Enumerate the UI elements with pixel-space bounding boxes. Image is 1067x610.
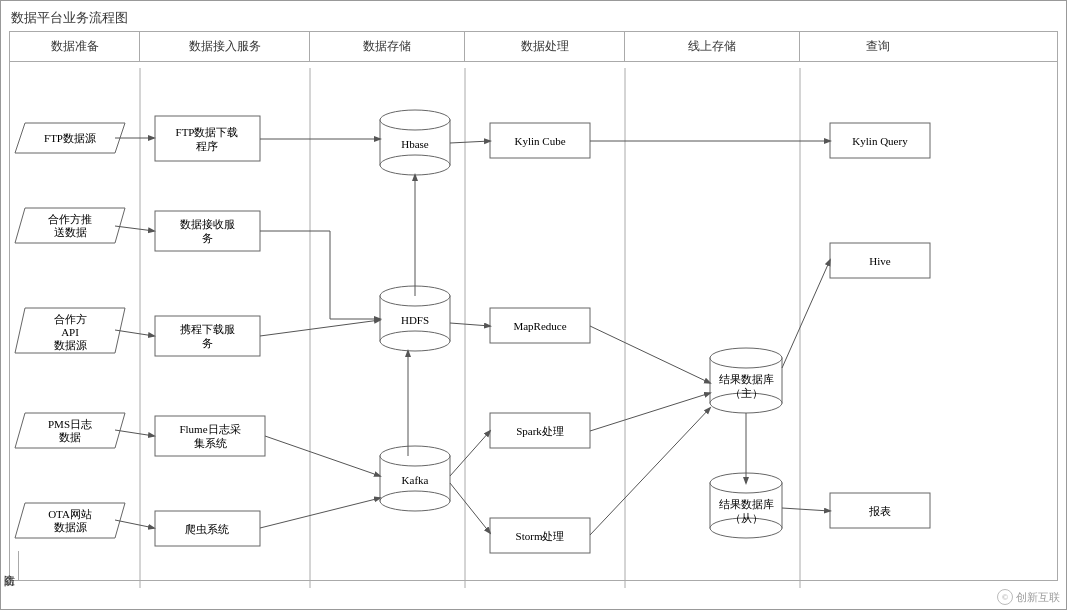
svg-line-86 [590, 326, 710, 383]
data-receive-node: 数据接收服 务 [155, 211, 260, 251]
watermark: © 创新互联 [997, 589, 1060, 605]
hbase-node: Hbase [380, 110, 450, 175]
side-label: 防盗 [1, 551, 19, 581]
svg-rect-20 [155, 116, 260, 161]
svg-text:结果数据库: 结果数据库 [719, 498, 774, 510]
crawler-node: 爬虫系统 [155, 511, 260, 546]
svg-text:数据: 数据 [59, 431, 81, 443]
svg-point-35 [380, 110, 450, 130]
svg-text:Hive: Hive [869, 255, 891, 267]
svg-text:FTP数据源: FTP数据源 [44, 132, 96, 144]
col-header-data-ingest: 数据接入服务 [140, 32, 310, 61]
col-header-data-prep: 数据准备 [10, 32, 140, 61]
page-title: 数据平台业务流程图 [11, 9, 128, 27]
col-header-data-storage: 数据存储 [310, 32, 465, 61]
svg-text:Spark处理: Spark处理 [516, 425, 564, 437]
watermark-icon: © [997, 589, 1013, 605]
svg-text:HDFS: HDFS [401, 314, 429, 326]
spark-node: Spark处理 [490, 413, 590, 448]
carry-download-node: 携程下载服 务 [155, 316, 260, 356]
svg-line-91 [782, 508, 830, 511]
svg-text:PMS日志: PMS日志 [48, 418, 92, 430]
svg-line-82 [450, 483, 490, 533]
svg-rect-26 [155, 316, 260, 356]
svg-text:Kylin Cube: Kylin Cube [514, 135, 565, 147]
svg-line-74 [115, 520, 154, 528]
partner-api-node: 合作方 API 数据源 [15, 308, 125, 353]
svg-text:（主）: （主） [730, 387, 763, 399]
svg-text:Kafka: Kafka [402, 474, 429, 486]
svg-point-40 [380, 331, 450, 351]
col-header-online-store: 线上存储 [625, 32, 800, 61]
svg-line-76 [260, 320, 380, 336]
svg-text:合作方: 合作方 [54, 313, 87, 325]
flume-node: Flume日志采 集系统 [155, 416, 265, 456]
svg-line-77 [265, 436, 380, 476]
svg-line-72 [115, 330, 154, 336]
svg-point-43 [380, 446, 450, 466]
svg-text:携程下载服: 携程下载服 [180, 323, 235, 335]
col-header-query: 查询 [800, 32, 955, 61]
svg-text:Kylin Query: Kylin Query [852, 135, 908, 147]
svg-point-36 [380, 155, 450, 175]
svg-text:结果数据库: 结果数据库 [719, 373, 774, 385]
svg-text:务: 务 [202, 232, 213, 244]
partner-send-node: 合作方推 送数据 [15, 208, 125, 243]
watermark-text: 创新互联 [1016, 590, 1060, 605]
report-node: 报表 [830, 493, 930, 528]
svg-line-90 [782, 260, 830, 368]
svg-text:报表: 报表 [868, 505, 891, 517]
svg-rect-23 [155, 211, 260, 251]
svg-text:爬虫系统: 爬虫系统 [185, 523, 229, 535]
column-headers: 数据准备 数据接入服务 数据存储 数据处理 线上存储 查询 [10, 32, 1057, 62]
col-header-data-process: 数据处理 [465, 32, 625, 61]
svg-text:合作方推: 合作方推 [48, 213, 92, 225]
svg-line-88 [590, 408, 710, 535]
svg-point-55 [710, 348, 782, 368]
mapreduce-node: MapReduce [490, 308, 590, 343]
diagram-area: 数据准备 数据接入服务 数据存储 数据处理 线上存储 查询 FTP数据源 [9, 31, 1058, 581]
svg-text:集系统: 集系统 [194, 437, 227, 449]
svg-line-78 [260, 498, 380, 528]
pms-log-node: PMS日志 数据 [15, 413, 125, 448]
svg-line-80 [450, 323, 490, 326]
diagram-svg: FTP数据源 合作方推 送数据 合作方 API 数据源 PMS日志 数据 [10, 68, 1057, 588]
svg-point-44 [380, 491, 450, 511]
kafka-node: Kafka [380, 446, 450, 511]
svg-rect-29 [155, 416, 265, 456]
svg-text:Flume日志采: Flume日志采 [179, 423, 240, 435]
page-container: 数据平台业务流程图 数据准备 数据接入服务 数据存储 数据处理 线上存储 查询 … [0, 0, 1067, 610]
svg-text:数据源: 数据源 [54, 339, 87, 351]
svg-text:OTA网站: OTA网站 [48, 508, 92, 520]
storm-node: Storm处理 [490, 518, 590, 553]
svg-line-87 [590, 393, 710, 431]
svg-text:API: API [61, 326, 79, 338]
svg-text:MapReduce: MapReduce [513, 320, 566, 332]
svg-text:数据接收服: 数据接收服 [180, 218, 235, 230]
svg-text:FTP数据下载: FTP数据下载 [176, 126, 239, 138]
kylin-query-node: Kylin Query [830, 123, 930, 158]
svg-text:数据源: 数据源 [54, 521, 87, 533]
ftp-source-node: FTP数据源 [15, 123, 125, 153]
ota-source-node: OTA网站 数据源 [15, 503, 125, 538]
svg-text:务: 务 [202, 337, 213, 349]
ftp-download-node: FTP数据下载 程序 [155, 116, 260, 161]
svg-line-81 [450, 431, 490, 476]
result-main-node: 结果数据库 （主） [710, 348, 782, 413]
svg-line-73 [115, 430, 154, 436]
svg-text:送数据: 送数据 [54, 226, 87, 238]
svg-text:（从）: （从） [730, 512, 763, 524]
svg-line-71 [115, 226, 154, 231]
svg-text:Hbase: Hbase [401, 138, 429, 150]
kylin-cube-node: Kylin Cube [490, 123, 590, 158]
svg-text:程序: 程序 [196, 140, 218, 152]
svg-text:Storm处理: Storm处理 [516, 530, 565, 542]
hive-node: Hive [830, 243, 930, 278]
svg-line-79 [450, 141, 490, 143]
